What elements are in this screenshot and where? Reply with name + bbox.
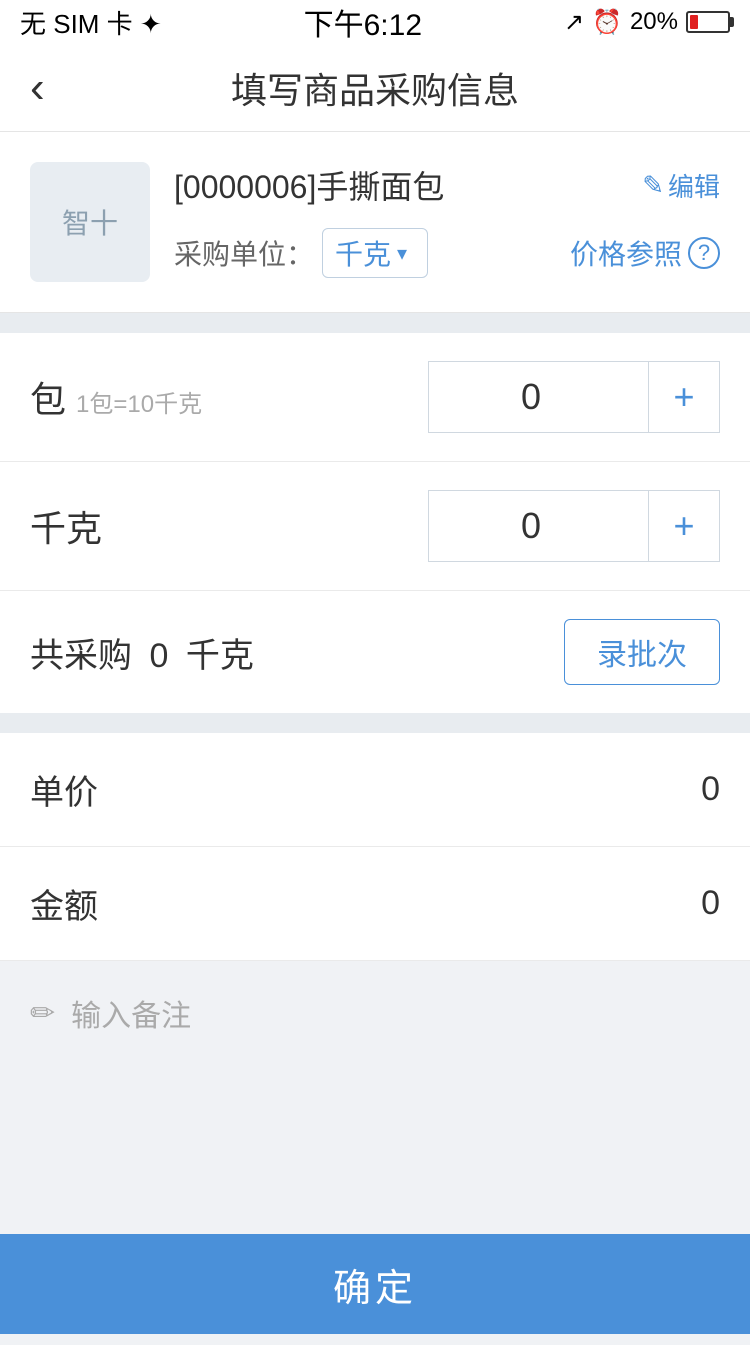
kg-input[interactable] [428,490,648,562]
unit-price-value: 0 [701,770,720,809]
input-section: 包 1包=10千克 + 千克 + [0,333,750,591]
amount-row: 金额 0 [0,847,750,961]
kg-label: 千克 [30,500,102,552]
battery-percent: 20% [630,8,678,36]
pencil-icon: ✏ [30,996,55,1031]
nav-bar: ‹ 填写商品采购信息 [0,44,750,132]
summary-text: 共采购 0 千克 [30,628,254,677]
price-section: 单价 0 金额 0 [0,733,750,961]
unit-price-label: 单价 [30,765,98,814]
kg-input-group: + [428,490,720,562]
unit-price-row: 单价 0 [0,733,750,847]
page-title: 填写商品采购信息 [231,62,519,114]
product-thumb-text: 智十 [62,202,118,242]
summary-row: 共采购 0 千克 录批次 [0,591,750,713]
battery-icon [686,11,730,33]
product-card: 智十 [0000006]手撕面包 ✎ 编辑 采购单位： 千克 ▾ 价格参照 ? [0,132,750,313]
product-info: [0000006]手撕面包 ✎ 编辑 采购单位： 千克 ▾ 价格参照 ? [174,162,720,278]
amount-value: 0 [701,884,720,923]
notes-placeholder: 输入备注 [71,991,191,1035]
product-thumbnail: 智十 [30,162,150,282]
notes-section[interactable]: ✏ 输入备注 [0,961,750,1065]
location-icon: ↗ [564,8,584,37]
purchase-unit-label: 采购单位： [174,233,314,273]
alarm-icon: ⏰ [592,8,622,37]
pack-plus-button[interactable]: + [648,361,720,433]
confirm-button-wrap: 确定 [0,1234,750,1334]
chevron-down-icon: ▾ [397,241,407,266]
product-name-row: [0000006]手撕面包 ✎ 编辑 [174,162,720,208]
edit-label: 编辑 [668,167,720,204]
kg-input-row: 千克 + [0,462,750,591]
price-reference-button[interactable]: 价格参照 ? [570,233,720,273]
help-icon: ? [688,237,720,269]
edit-icon: ✎ [642,170,664,201]
price-ref-label: 价格参照 [570,233,682,273]
status-left: 无 SIM 卡 ✦ [20,4,162,41]
pack-input-group: + [428,361,720,433]
status-time: 下午6:12 [304,0,422,44]
kg-label-group: 千克 [30,500,102,552]
kg-plus-button[interactable]: + [648,490,720,562]
status-bar: 无 SIM 卡 ✦ 下午6:12 ↗ ⏰ 20% [0,0,750,44]
pack-sublabel: 1包=10千克 [76,384,202,419]
unit-value: 千克 [335,233,391,273]
unit-select[interactable]: 千克 ▾ [322,228,428,278]
pack-input[interactable] [428,361,648,433]
batch-record-button[interactable]: 录批次 [564,619,720,685]
pack-input-row: 包 1包=10千克 + [0,333,750,462]
section-separator-2 [0,713,750,733]
pack-label-group: 包 1包=10千克 [30,371,202,423]
status-right: ↗ ⏰ 20% [564,8,730,37]
confirm-button[interactable]: 确定 [0,1234,750,1334]
summary-amount: 0 [149,637,168,675]
edit-button[interactable]: ✎ 编辑 [642,167,720,204]
pack-label: 包 [30,371,66,423]
summary-prefix: 共采购 [30,637,132,675]
purchase-unit-row: 采购单位： 千克 ▾ 价格参照 ? [174,228,720,278]
amount-label: 金额 [30,879,98,928]
back-button[interactable]: ‹ [30,63,45,113]
summary-unit: 千克 [186,637,254,675]
no-sim-text: 无 SIM 卡 ✦ [20,4,162,41]
product-name: [0000006]手撕面包 [174,162,444,208]
section-separator-1 [0,313,750,333]
